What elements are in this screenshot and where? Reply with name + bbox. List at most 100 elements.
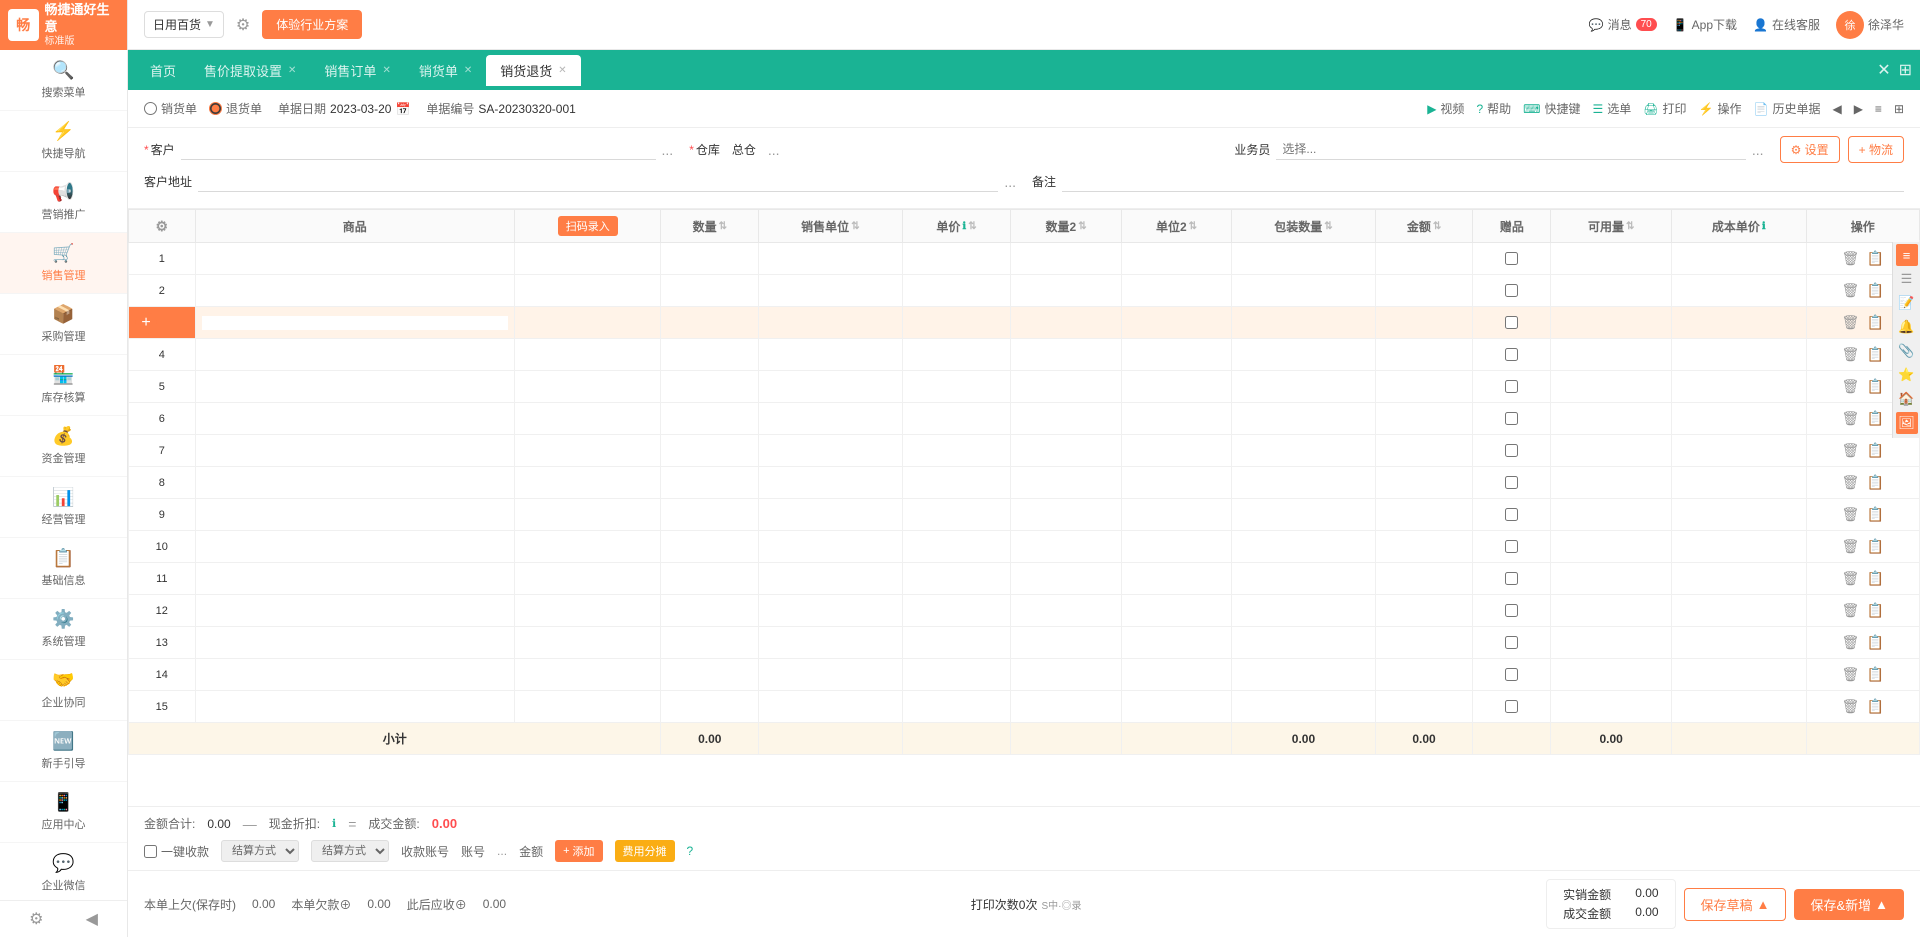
next-record-btn[interactable]: ▶: [1854, 102, 1863, 116]
tab-layout-btn[interactable]: ⊞: [1899, 60, 1912, 80]
tab-close-sales-order[interactable]: ✕: [382, 65, 390, 76]
select-action[interactable]: ☰ 选单: [1592, 100, 1631, 117]
sidebar-item-system-mgmt[interactable]: ⚙️系统管理: [0, 599, 127, 660]
right-sidebar-btn-8[interactable]: 🖼: [1896, 412, 1918, 434]
tab-close-sales-return[interactable]: ✕: [558, 65, 566, 76]
delete-row-btn-11[interactable]: 🗑: [1840, 568, 1862, 589]
delete-row-btn-3[interactable]: 🗑: [1840, 312, 1862, 333]
copy-row-btn-4[interactable]: 📋: [1865, 344, 1886, 365]
right-sidebar-btn-5[interactable]: 📎: [1896, 340, 1918, 362]
account-picker-btn[interactable]: ...: [497, 844, 507, 858]
delete-row-btn-8[interactable]: 🗑: [1840, 472, 1862, 493]
copy-row-btn-15[interactable]: 📋: [1865, 696, 1886, 717]
gift-checkbox-7[interactable]: [1505, 444, 1518, 457]
sort-icon-price[interactable]: ⇅: [968, 221, 976, 232]
tab-price-settings[interactable]: 售价提取设置✕: [190, 55, 310, 86]
add-payment-btn[interactable]: + 添加: [555, 840, 602, 862]
delete-row-btn-1[interactable]: 🗑: [1840, 248, 1862, 269]
right-sidebar-btn-2[interactable]: ☰: [1896, 268, 1918, 290]
shortcut-action[interactable]: ⌨ 快捷键: [1523, 100, 1580, 117]
return-radio[interactable]: 退货单: [209, 100, 262, 117]
gift-checkbox-13[interactable]: [1505, 636, 1518, 649]
th-gear[interactable]: ⚙: [129, 210, 196, 243]
copy-row-btn-12[interactable]: 📋: [1865, 600, 1886, 621]
logistics-btn[interactable]: + 物流: [1848, 136, 1904, 163]
right-sidebar-btn-7[interactable]: 🏠: [1896, 388, 1918, 410]
sidebar-item-operations[interactable]: 📊经营管理: [0, 477, 127, 538]
right-sidebar-btn-6[interactable]: ⭐: [1896, 364, 1918, 386]
delete-row-btn-14[interactable]: 🗑: [1840, 664, 1862, 685]
delete-row-btn-12[interactable]: 🗑: [1840, 600, 1862, 621]
sort-icon-amount[interactable]: ⇅: [1433, 221, 1441, 232]
tab-sales[interactable]: 销货单✕: [405, 55, 486, 86]
sidebar-item-marketing[interactable]: 📢营销推广: [0, 172, 127, 233]
grid-view-btn[interactable]: ⊞: [1894, 102, 1904, 116]
customer-input[interactable]: [181, 139, 656, 160]
copy-row-btn-5[interactable]: 📋: [1865, 376, 1886, 397]
tab-close-sales[interactable]: ✕: [464, 65, 472, 76]
operation-action[interactable]: ⚡ 操作: [1699, 100, 1742, 117]
gift-checkbox-8[interactable]: [1505, 476, 1518, 489]
copy-row-btn-8[interactable]: 📋: [1865, 472, 1886, 493]
copy-row-btn-1[interactable]: 📋: [1865, 248, 1886, 269]
delete-row-btn-6[interactable]: 🗑: [1840, 408, 1862, 429]
copy-row-btn-7[interactable]: 📋: [1865, 440, 1886, 461]
delete-row-btn-4[interactable]: 🗑: [1840, 344, 1862, 365]
settlement-method-select[interactable]: 结算方式: [221, 840, 299, 862]
gift-checkbox-1[interactable]: [1505, 252, 1518, 265]
gift-checkbox-9[interactable]: [1505, 508, 1518, 521]
sidebar-item-search[interactable]: 🔍搜索菜单: [0, 50, 127, 111]
sidebar-item-inventory[interactable]: 🏪库存核算: [0, 355, 127, 416]
copy-row-btn-2[interactable]: 📋: [1865, 280, 1886, 301]
sidebar-item-new-guide[interactable]: 🆕新手引导: [0, 721, 127, 782]
remarks-input[interactable]: [1062, 171, 1904, 192]
gift-checkbox-11[interactable]: [1505, 572, 1518, 585]
print-action[interactable]: 🖨 打印: [1643, 100, 1686, 117]
delete-row-btn-10[interactable]: 🗑: [1840, 536, 1862, 557]
messages-btn[interactable]: 💬 消息 70: [1589, 16, 1657, 33]
one-click-payment-checkbox[interactable]: 一键收款: [144, 843, 209, 860]
gift-checkbox-14[interactable]: [1505, 668, 1518, 681]
gift-checkbox-3[interactable]: [1505, 316, 1518, 329]
scan-input-btn[interactable]: 扫码录入: [558, 216, 618, 236]
sidebar-item-basic-info[interactable]: 📋基础信息: [0, 538, 127, 599]
right-sidebar-btn-1[interactable]: ≡: [1896, 244, 1918, 266]
address-picker-btn[interactable]: ...: [1004, 174, 1016, 190]
delete-row-btn-5[interactable]: 🗑: [1840, 376, 1862, 397]
settings-btn[interactable]: ⚙ 设置: [1780, 136, 1840, 163]
sales-radio-input[interactable]: [144, 102, 157, 115]
online-service-btn[interactable]: 👤 在线客服: [1753, 16, 1820, 33]
delete-row-btn-9[interactable]: 🗑: [1840, 504, 1862, 525]
calendar-icon[interactable]: 📅: [395, 102, 410, 116]
address-input[interactable]: [198, 171, 998, 192]
video-action[interactable]: ▶ 视频: [1427, 100, 1464, 117]
copy-row-btn-14[interactable]: 📋: [1865, 664, 1886, 685]
list-view-btn[interactable]: ≡: [1875, 102, 1882, 116]
save-new-btn[interactable]: 保存&新增 ▲: [1794, 889, 1904, 920]
right-sidebar-btn-3[interactable]: 📝: [1896, 292, 1918, 314]
gift-checkbox-5[interactable]: [1505, 380, 1518, 393]
sort-icon[interactable]: ⇅: [719, 221, 727, 232]
tab-sales-return[interactable]: 销货退货✕: [486, 55, 580, 86]
sidebar-collapse-btn[interactable]: ◀: [86, 909, 98, 929]
sort-icon-avail[interactable]: ⇅: [1626, 221, 1634, 232]
copy-row-btn-9[interactable]: 📋: [1865, 504, 1886, 525]
delete-row-btn-15[interactable]: 🗑: [1840, 696, 1862, 717]
copy-row-btn-11[interactable]: 📋: [1865, 568, 1886, 589]
sort-icon-unit[interactable]: ⇅: [851, 221, 859, 232]
app-download-btn[interactable]: 📱 App下载: [1673, 16, 1737, 33]
calculation-method-select[interactable]: 结算方式: [311, 840, 389, 862]
salesperson-input[interactable]: [1276, 139, 1746, 160]
gift-checkbox-4[interactable]: [1505, 348, 1518, 361]
industry-selector[interactable]: 日用百货 ▼: [144, 11, 224, 38]
customer-picker-btn[interactable]: ...: [662, 142, 674, 158]
sidebar-item-sales-mgmt[interactable]: 🛒销售管理: [0, 233, 127, 294]
sidebar-item-enterprise[interactable]: 🤝企业协同: [0, 660, 127, 721]
sidebar-item-purchase-mgmt[interactable]: 📦采购管理: [0, 294, 127, 355]
warehouse-picker-btn[interactable]: ...: [768, 142, 780, 158]
experience-btn[interactable]: 体验行业方案: [262, 10, 362, 39]
prev-record-btn[interactable]: ◀: [1832, 102, 1841, 116]
delete-row-btn-13[interactable]: 🗑: [1840, 632, 1862, 653]
gift-checkbox-2[interactable]: [1505, 284, 1518, 297]
tab-sales-order[interactable]: 销售订单✕: [310, 55, 404, 86]
